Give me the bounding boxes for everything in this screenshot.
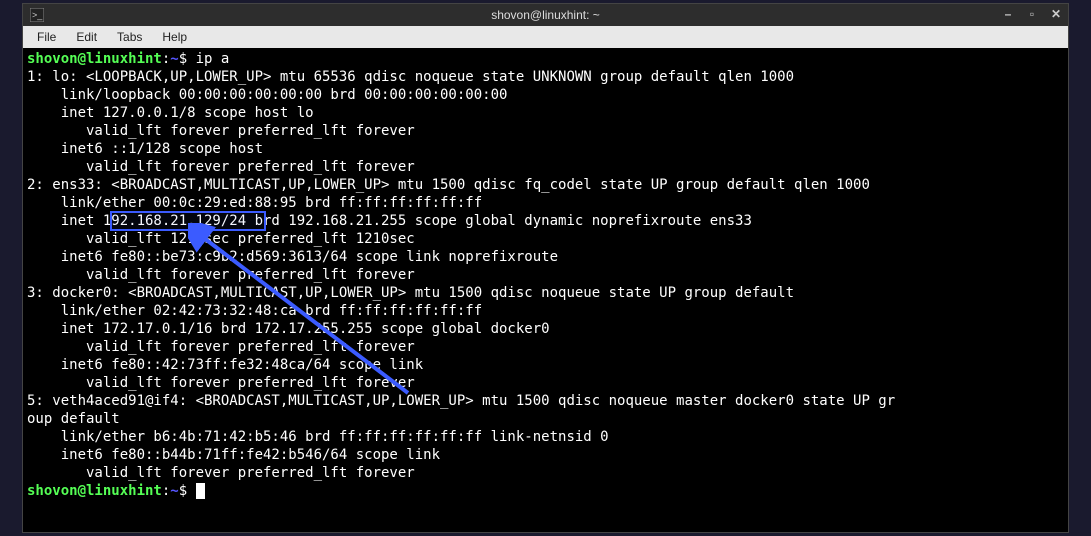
menubar: File Edit Tabs Help	[23, 26, 1068, 48]
output-line: 1: lo: <LOOPBACK,UP,LOWER_UP> mtu 65536 …	[27, 69, 794, 85]
command-text: ip a	[196, 51, 230, 67]
cursor	[196, 483, 205, 499]
output-line: 2: ens33: <BROADCAST,MULTICAST,UP,LOWER_…	[27, 177, 870, 193]
output-line: valid_lft forever preferred_lft forever	[27, 123, 415, 139]
output-line: valid_lft forever preferred_lft forever	[27, 465, 415, 481]
prompt-cwd: ~	[170, 483, 178, 499]
output-line: inet6 ::1/128 scope host	[27, 141, 271, 157]
output-line: inet6 fe80::b44b:71ff:fe42:b546/64 scope…	[27, 447, 448, 463]
prompt-cwd: ~	[170, 51, 178, 67]
output-line: valid_lft forever preferred_lft forever	[27, 267, 415, 283]
titlebar[interactable]: >_ shovon@linuxhint: ~ – ▫ ✕	[23, 4, 1068, 26]
output-line: link/loopback 00:00:00:00:00:00 brd 00:0…	[27, 87, 507, 103]
prompt-symbol: $	[179, 51, 187, 67]
output-line: link/ether b6:4b:71:42:b5:46 brd ff:ff:f…	[27, 429, 609, 445]
minimize-button[interactable]: –	[1000, 6, 1016, 22]
window-title: shovon@linuxhint: ~	[491, 8, 600, 22]
menu-help[interactable]: Help	[154, 28, 195, 46]
prompt-userhost: shovon@linuxhint	[27, 51, 162, 67]
terminal-window: >_ shovon@linuxhint: ~ – ▫ ✕ File Edit T…	[22, 3, 1069, 533]
prompt-symbol: $	[179, 483, 187, 499]
output-line: link/ether 02:42:73:32:48:ca brd ff:ff:f…	[27, 303, 482, 319]
output-line: valid_lft forever preferred_lft forever	[27, 375, 415, 391]
menu-file[interactable]: File	[29, 28, 64, 46]
output-line: inet6 fe80::42:73ff:fe32:48ca/64 scope l…	[27, 357, 432, 373]
output-line: valid_lft forever preferred_lft forever	[27, 159, 415, 175]
terminal-icon: >_	[29, 7, 45, 23]
close-button[interactable]: ✕	[1048, 6, 1064, 22]
menu-edit[interactable]: Edit	[68, 28, 105, 46]
output-line: inet 127.0.0.1/8 scope host lo	[27, 105, 314, 121]
maximize-button[interactable]: ▫	[1024, 6, 1040, 22]
terminal-output[interactable]: shovon@linuxhint:~$ ip a 1: lo: <LOOPBAC…	[23, 48, 1068, 532]
menu-tabs[interactable]: Tabs	[109, 28, 150, 46]
output-line: inet6 fe80::be73:c9b2:d569:3613/64 scope…	[27, 249, 566, 265]
output-line: inet 172.17.0.1/16 brd 172.17.255.255 sc…	[27, 321, 550, 337]
output-line: valid_lft 1210sec preferred_lft 1210sec	[27, 231, 415, 247]
output-line: valid_lft forever preferred_lft forever	[27, 339, 415, 355]
output-line: 3: docker0: <BROADCAST,MULTICAST,UP,LOWE…	[27, 285, 802, 301]
svg-text:>_: >_	[32, 10, 43, 20]
output-line: oup default	[27, 411, 128, 427]
output-line: inet 192.168.21.129/24 brd 192.168.21.25…	[27, 213, 752, 229]
window-controls: – ▫ ✕	[1000, 6, 1064, 22]
output-line: 5: veth4aced91@if4: <BROADCAST,MULTICAST…	[27, 393, 895, 409]
output-line: link/ether 00:0c:29:ed:88:95 brd ff:ff:f…	[27, 195, 482, 211]
prompt-userhost: shovon@linuxhint	[27, 483, 162, 499]
